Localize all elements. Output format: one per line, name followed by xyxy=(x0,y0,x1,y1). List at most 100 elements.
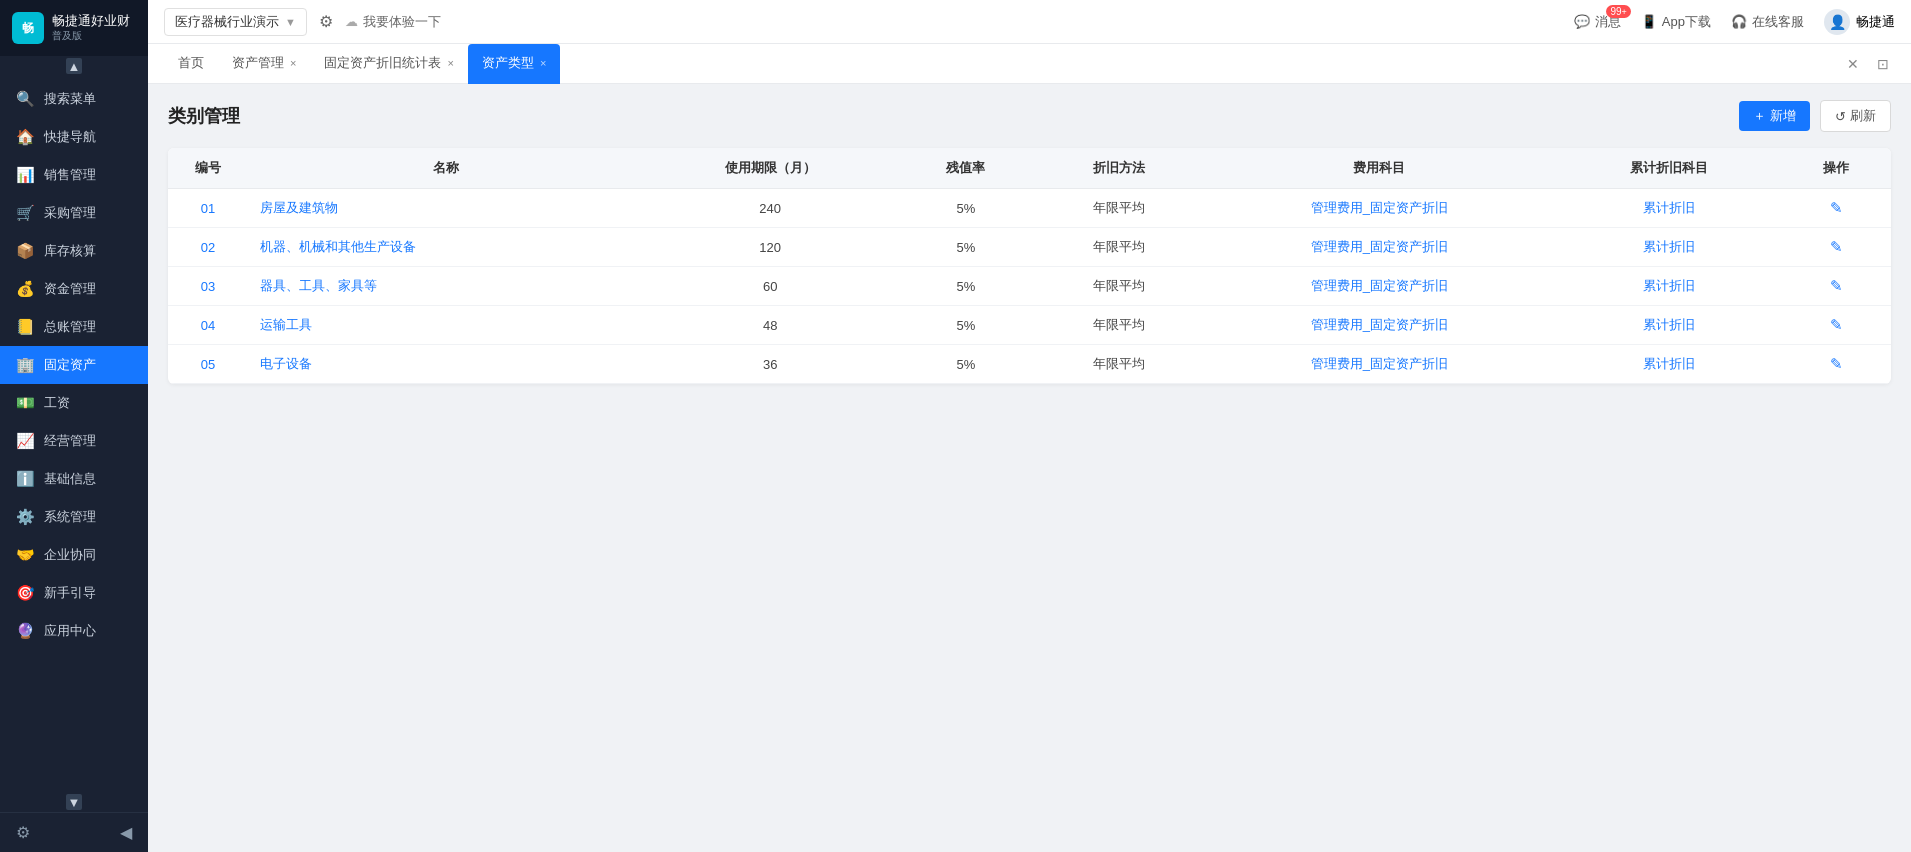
cell-expense: 管理费用_固定资产折旧 xyxy=(1202,189,1557,228)
edit-icon[interactable]: ✎ xyxy=(1830,238,1843,255)
page-title: 类别管理 xyxy=(168,104,240,128)
sidebar-item-label: 工资 xyxy=(44,394,70,412)
collapse-icon[interactable]: ◀ xyxy=(120,823,132,842)
tab-home[interactable]: 首页 xyxy=(164,44,218,84)
sidebar-item-label: 固定资产 xyxy=(44,356,96,374)
settings-footer-icon[interactable]: ⚙ xyxy=(16,823,30,842)
cell-name: 机器、机械和其他生产设备 xyxy=(248,228,644,267)
table-row: 04 运输工具 48 5% 年限平均 管理费用_固定资产折旧 累计折旧 ✎ xyxy=(168,306,1891,345)
new-button[interactable]: ＋ 新增 xyxy=(1739,101,1810,131)
sidebar-item-purchase[interactable]: 🛒 采购管理 xyxy=(0,194,148,232)
purchase-icon: 🛒 xyxy=(16,204,34,222)
topbar-settings-icon[interactable]: ⚙ xyxy=(319,12,333,31)
message-icon: 💬 xyxy=(1574,14,1590,29)
column-header: 费用科目 xyxy=(1202,148,1557,189)
fixed-assets-icon: 🏢 xyxy=(16,356,34,374)
cell-period: 120 xyxy=(644,228,897,267)
sidebar-item-newbie[interactable]: 🎯 新手引导 xyxy=(0,574,148,612)
edit-icon[interactable]: ✎ xyxy=(1830,355,1843,372)
salary-icon: 💵 xyxy=(16,394,34,412)
username: 畅捷通 xyxy=(1856,13,1895,31)
cell-period: 240 xyxy=(644,189,897,228)
cell-name: 电子设备 xyxy=(248,345,644,384)
app-download-button[interactable]: 📱 App下载 xyxy=(1641,13,1711,31)
cell-name: 运输工具 xyxy=(248,306,644,345)
user-menu[interactable]: 👤 畅捷通 xyxy=(1824,9,1895,35)
tab-depreciation-report[interactable]: 固定资产折旧统计表 × xyxy=(310,44,467,84)
sidebar-item-label: 库存核算 xyxy=(44,242,96,260)
sales-icon: 📊 xyxy=(16,166,34,184)
sidebar-item-finance[interactable]: 💰 资金管理 xyxy=(0,270,148,308)
cell-residual: 5% xyxy=(897,267,1036,306)
cell-residual: 5% xyxy=(897,189,1036,228)
cell-method: 年限平均 xyxy=(1035,345,1202,384)
message-badge: 99+ xyxy=(1606,5,1630,18)
online-support-button[interactable]: 🎧 在线客服 xyxy=(1731,13,1804,31)
edit-icon[interactable]: ✎ xyxy=(1830,316,1843,333)
sidebar-item-label: 企业协同 xyxy=(44,546,96,564)
basic-info-icon: ℹ️ xyxy=(16,470,34,488)
sidebar-item-salary[interactable]: 💵 工资 xyxy=(0,384,148,422)
close-window-button[interactable]: ✕ xyxy=(1841,52,1865,76)
edit-icon[interactable]: ✎ xyxy=(1830,277,1843,294)
scroll-up-button[interactable]: ▲ xyxy=(66,58,82,74)
cell-method: 年限平均 xyxy=(1035,267,1202,306)
table-row: 02 机器、机械和其他生产设备 120 5% 年限平均 管理费用_固定资产折旧 … xyxy=(168,228,1891,267)
refresh-icon: ↺ xyxy=(1835,109,1846,124)
sidebar-item-sales[interactable]: 📊 销售管理 xyxy=(0,156,148,194)
table-body: 01 房屋及建筑物 240 5% 年限平均 管理费用_固定资产折旧 累计折旧 ✎… xyxy=(168,189,1891,384)
sidebar-item-inventory[interactable]: 📦 库存核算 xyxy=(0,232,148,270)
column-header: 累计折旧科目 xyxy=(1557,148,1781,189)
tab-label-depreciation-report: 固定资产折旧统计表 xyxy=(324,54,441,72)
scroll-down-button[interactable]: ▼ xyxy=(66,794,82,810)
tab-close-asset-management[interactable]: × xyxy=(290,57,296,69)
edit-icon[interactable]: ✎ xyxy=(1830,199,1843,216)
page-header: 类别管理 ＋ 新增 ↺ 刷新 xyxy=(168,100,1891,132)
sidebar-item-basic-info[interactable]: ℹ️ 基础信息 xyxy=(0,460,148,498)
app-download-label: App下载 xyxy=(1662,13,1711,31)
sidebar-item-operations[interactable]: 📈 经营管理 xyxy=(0,422,148,460)
cell-action[interactable]: ✎ xyxy=(1781,228,1891,267)
column-header: 编号 xyxy=(168,148,248,189)
column-header: 名称 xyxy=(248,148,644,189)
sidebar-item-quick-nav[interactable]: 🏠 快捷导航 xyxy=(0,118,148,156)
app-info: 畅捷通好业财 普及版 xyxy=(52,13,130,44)
sidebar-item-app-center[interactable]: 🔮 应用中心 xyxy=(0,612,148,650)
cell-action[interactable]: ✎ xyxy=(1781,306,1891,345)
cell-action[interactable]: ✎ xyxy=(1781,189,1891,228)
sidebar-item-fixed-assets[interactable]: 🏢 固定资产 xyxy=(0,346,148,384)
tab-asset-type[interactable]: 资产类型× xyxy=(468,44,560,84)
cell-expense: 管理费用_固定资产折旧 xyxy=(1202,267,1557,306)
company-name: 医疗器械行业演示 xyxy=(175,13,279,31)
company-selector[interactable]: 医疗器械行业演示 ▼ xyxy=(164,8,307,36)
app-logo: 畅 xyxy=(12,12,44,44)
tab-close-depreciation-report[interactable]: × xyxy=(447,57,453,69)
column-header: 操作 xyxy=(1781,148,1891,189)
search-icon: 🔍 xyxy=(16,90,34,108)
avatar: 👤 xyxy=(1824,9,1850,35)
tab-close-asset-type[interactable]: × xyxy=(540,57,546,69)
trial-button[interactable]: ☁ 我要体验一下 xyxy=(345,13,441,31)
cell-action[interactable]: ✎ xyxy=(1781,267,1891,306)
sidebar-item-enterprise[interactable]: 🤝 企业协同 xyxy=(0,536,148,574)
sidebar-item-system[interactable]: ⚙️ 系统管理 xyxy=(0,498,148,536)
plus-icon: ＋ xyxy=(1753,107,1766,125)
ledger-icon: 📒 xyxy=(16,318,34,336)
quick-nav-icon: 🏠 xyxy=(16,128,34,146)
cell-accumulated: 累计折旧 xyxy=(1557,267,1781,306)
system-icon: ⚙️ xyxy=(16,508,34,526)
online-support-label: 在线客服 xyxy=(1752,13,1804,31)
cell-action[interactable]: ✎ xyxy=(1781,345,1891,384)
sidebar-item-search[interactable]: 🔍 搜索菜单 xyxy=(0,80,148,118)
cell-residual: 5% xyxy=(897,306,1036,345)
column-header: 使用期限（月） xyxy=(644,148,897,189)
cell-id: 01 xyxy=(168,189,248,228)
refresh-button[interactable]: ↺ 刷新 xyxy=(1820,100,1891,132)
expand-window-button[interactable]: ⊡ xyxy=(1871,52,1895,76)
tab-asset-management[interactable]: 资产管理× xyxy=(218,44,310,84)
message-button[interactable]: 💬 消息 99+ xyxy=(1574,13,1621,31)
newbie-icon: 🎯 xyxy=(16,584,34,602)
table-row: 01 房屋及建筑物 240 5% 年限平均 管理费用_固定资产折旧 累计折旧 ✎ xyxy=(168,189,1891,228)
inventory-icon: 📦 xyxy=(16,242,34,260)
sidebar-item-ledger[interactable]: 📒 总账管理 xyxy=(0,308,148,346)
